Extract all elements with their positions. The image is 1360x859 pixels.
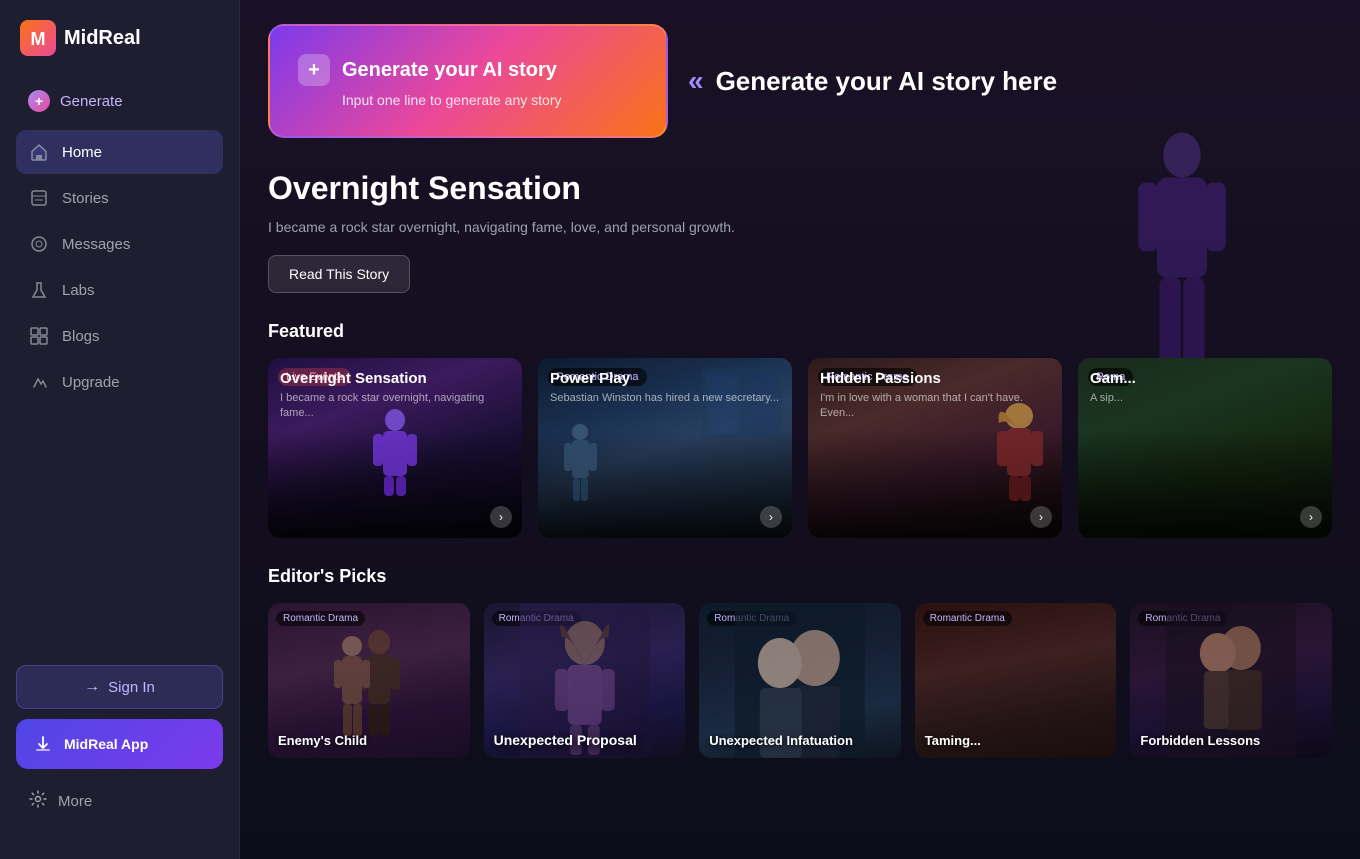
signin-icon: → [84, 678, 100, 696]
sidebar-item-stories[interactable]: Stories [16, 176, 223, 220]
generate-card[interactable]: + Generate your AI story Input one line … [268, 24, 668, 138]
editor-badge-3: Romantic Drama [923, 611, 1012, 626]
more-button[interactable]: More [16, 779, 223, 823]
stories-label: Stories [62, 190, 109, 207]
featured-cards-row: Live Events Overnight Sensation I became… [268, 358, 1332, 538]
midreal-app-button[interactable]: MidReal App [16, 719, 223, 769]
sidebar-item-upgrade[interactable]: Upgrade [16, 360, 223, 404]
labs-icon [28, 279, 50, 301]
download-icon [32, 733, 54, 755]
featured-card-overnight[interactable]: Live Events Overnight Sensation I became… [268, 358, 522, 538]
blogs-label: Blogs [62, 328, 100, 345]
midreal-app-label: MidReal App [64, 736, 148, 752]
double-chevron-icon: « [688, 65, 704, 97]
generate-story-here-text: Generate your AI story here [716, 66, 1058, 97]
logo-area: M MidReal [0, 20, 239, 80]
card-arrow-2: › [1030, 506, 1052, 528]
sidebar-item-labs[interactable]: Labs [16, 268, 223, 312]
featured-card-power[interactable]: Romantic Drama Po [538, 358, 792, 538]
card-figure-1 [558, 423, 603, 503]
editor-badge-0: Romantic Drama [276, 611, 365, 626]
editor-card-title-4: Forbidden Lessons [1140, 733, 1322, 748]
featured-story-description: I became a rock star overnight, navigati… [268, 219, 768, 235]
sidebar-item-blogs[interactable]: Blogs [16, 314, 223, 358]
editors-picks-row: Romantic Drama [268, 603, 1332, 758]
card-arrow-1: › [760, 506, 782, 528]
editor-art-0 [324, 628, 414, 738]
card-desc-0: I became a rock star overnight, navigati… [280, 391, 510, 422]
generate-label: Generate [60, 93, 123, 110]
hero-area: + Generate your AI story Input one line … [268, 24, 1332, 138]
featured-card-game[interactable]: Roma Gam... A sip... › [1078, 358, 1332, 538]
sidebar-item-messages[interactable]: Messages [16, 222, 223, 266]
card-title-1: Power Play [550, 370, 780, 387]
editor-card-unexpected[interactable]: Romantic Drama [484, 603, 686, 758]
editors-picks-title: Editor's Picks [268, 566, 1332, 587]
card-title-3: Gam... [1090, 370, 1320, 387]
editor-card-title-2: Unexpected Infatuation [709, 733, 891, 748]
home-icon [28, 141, 50, 163]
generate-card-top: + Generate your AI story [298, 54, 638, 86]
sidebar: M MidReal + Generate Home [0, 0, 240, 859]
generate-story-here[interactable]: « Generate your AI story here [688, 65, 1332, 97]
editor-card-title-3: Taming... [925, 733, 1107, 748]
svg-text:M: M [31, 29, 46, 49]
card-title-0: Overnight Sensation [280, 370, 510, 387]
featured-card-hidden[interactable]: Romantic Drama Hidden Passions I'm in lo… [808, 358, 1062, 538]
editor-card-infatuation[interactable]: Romantic Drama Unexpected Infatuation [699, 603, 901, 758]
story-silhouette [1092, 130, 1272, 380]
card-content-1: Power Play Sebastian Winston has hired a… [538, 358, 792, 418]
card-desc-3: A sip... [1090, 391, 1320, 406]
card-overlay-3 [1078, 430, 1332, 538]
card-content-2: Hidden Passions I'm in love with a woman… [808, 358, 1062, 434]
sidebar-bottom: → Sign In MidReal App More [0, 649, 239, 839]
featured-story-title: Overnight Sensation [268, 170, 1032, 207]
blogs-icon [28, 325, 50, 347]
sidebar-item-home[interactable]: Home [16, 130, 223, 174]
logo-icon: M [20, 20, 56, 56]
settings-icon [28, 789, 48, 813]
card-title-2: Hidden Passions [820, 370, 1050, 387]
labs-label: Labs [62, 282, 95, 299]
plus-icon: + [28, 90, 50, 112]
sign-in-label: Sign In [108, 679, 155, 696]
editor-card-enemy[interactable]: Romantic Drama [268, 603, 470, 758]
app-name: MidReal [64, 27, 141, 50]
editor-card-title-1: Unexpected Proposal [494, 732, 676, 748]
card-desc-1: Sebastian Winston has hired a new secret… [550, 391, 780, 406]
editors-picks-section: Editor's Picks Romantic Drama [268, 566, 1332, 758]
featured-story-hero: Overnight Sensation I became a rock star… [268, 170, 1332, 293]
upgrade-icon [28, 371, 50, 393]
generate-card-title: Generate your AI story [342, 59, 557, 82]
messages-label: Messages [62, 236, 130, 253]
messages-icon [28, 233, 50, 255]
card-desc-2: I'm in love with a woman that I can't ha… [820, 391, 1050, 422]
sign-in-button[interactable]: → Sign In [16, 665, 223, 709]
nav-generate-area: + Generate [0, 80, 239, 130]
main-nav: Home Stories Messages [0, 130, 239, 649]
editor-card-taming[interactable]: Romantic Drama Taming... [915, 603, 1117, 758]
editor-card-forbidden[interactable]: Romantic Drama Forbidden Lessons [1130, 603, 1332, 758]
main-content: + Generate your AI story Input one line … [240, 0, 1360, 859]
generate-card-subtitle: Input one line to generate any story [298, 92, 638, 108]
home-label: Home [62, 144, 102, 161]
generate-nav-button[interactable]: + Generate [16, 80, 223, 122]
card-content-0: Overnight Sensation I became a rock star… [268, 358, 522, 434]
stories-icon [28, 187, 50, 209]
more-label: More [58, 793, 92, 810]
upgrade-label: Upgrade [62, 374, 120, 391]
card-arrow-3: › [1300, 506, 1322, 528]
read-story-button[interactable]: Read This Story [268, 255, 410, 293]
generate-plus-icon: + [298, 54, 330, 86]
card-content-3: Gam... A sip... [1078, 358, 1332, 418]
card-arrow-0: › [490, 506, 512, 528]
editor-card-title-0: Enemy's Child [278, 733, 460, 748]
